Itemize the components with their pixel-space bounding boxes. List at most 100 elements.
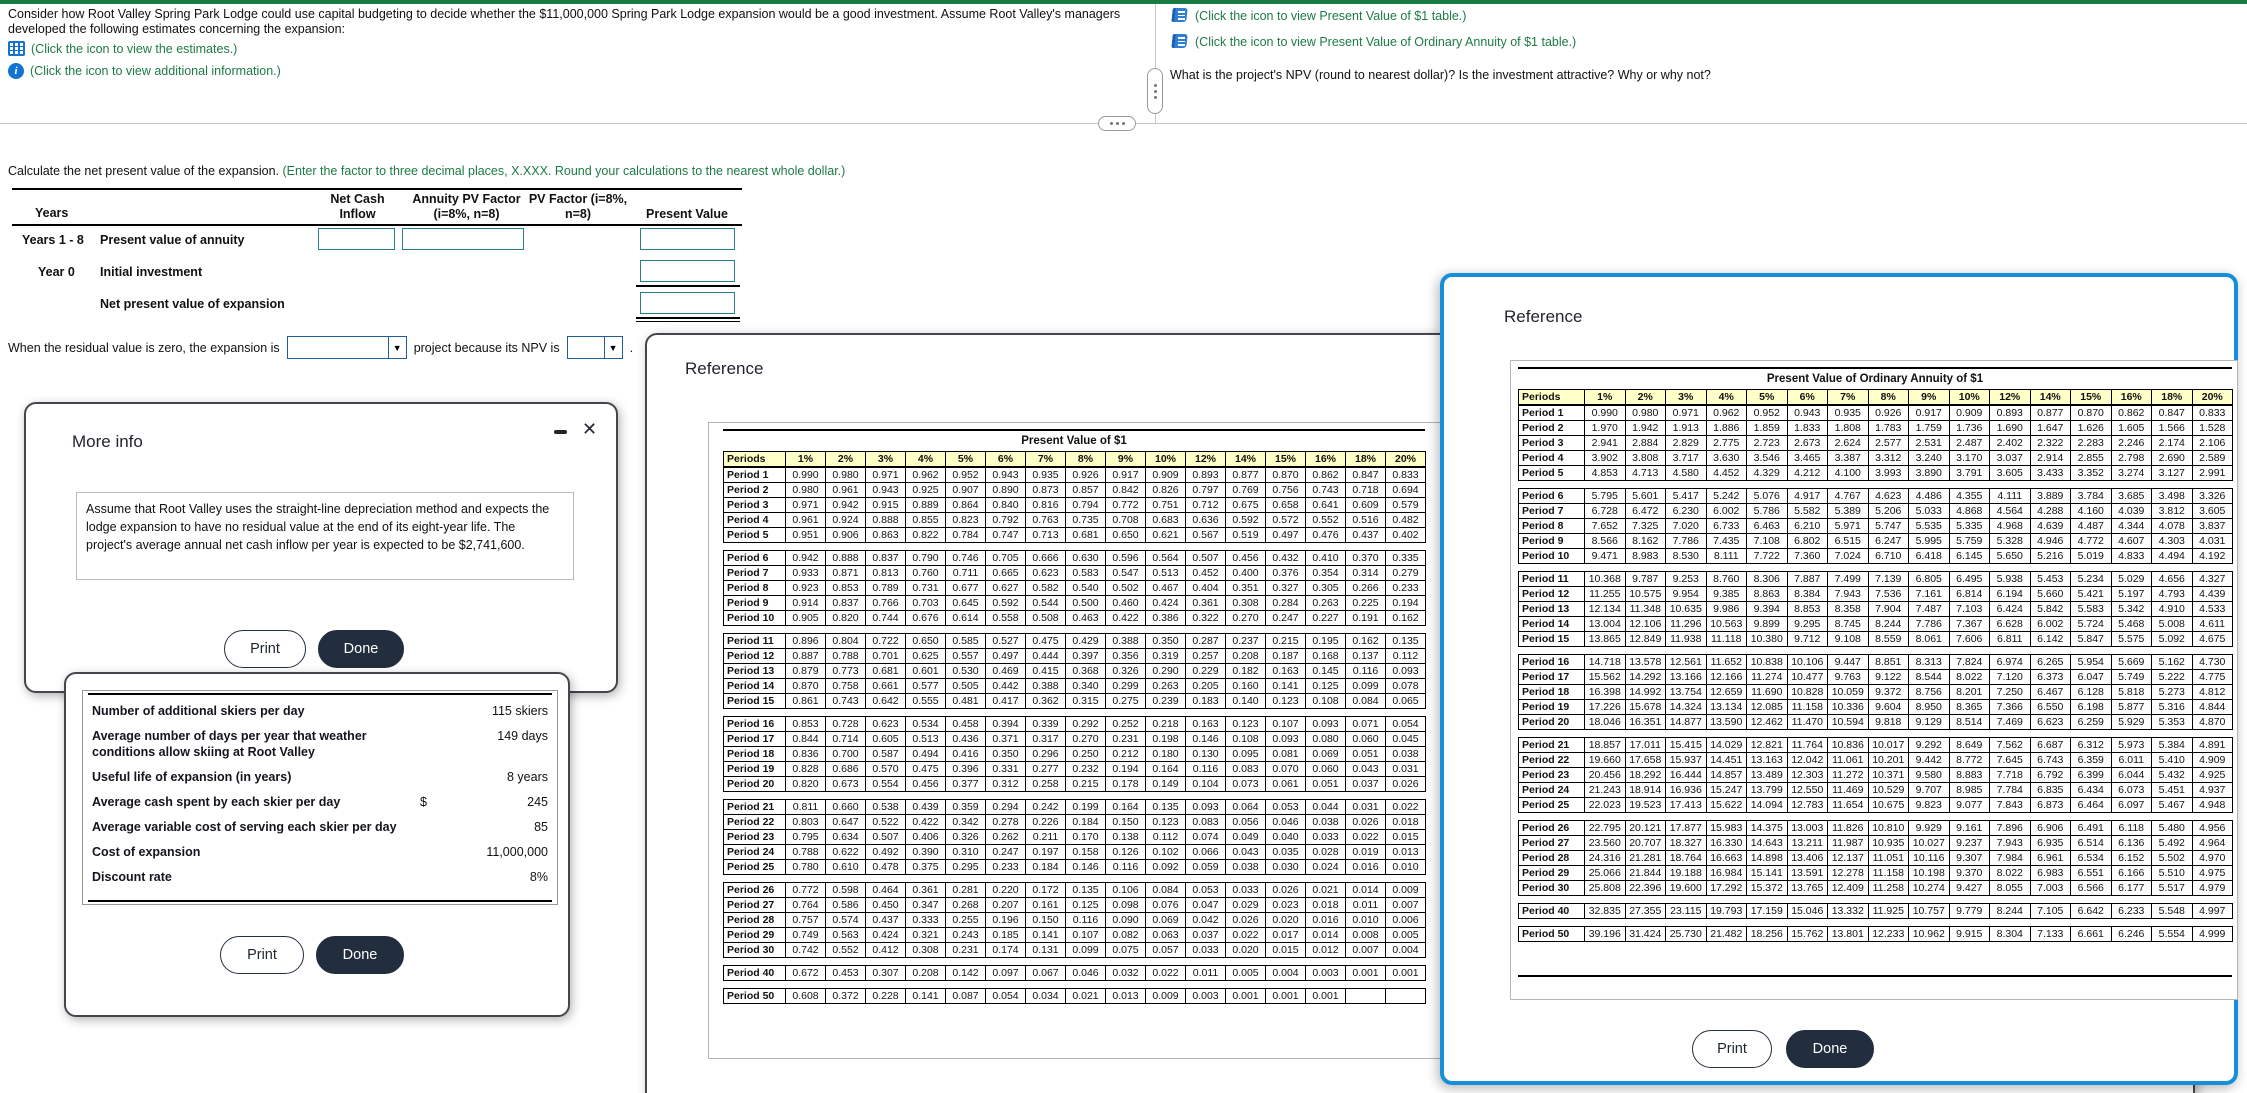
book-icon[interactable] — [1170, 8, 1189, 24]
rate-header-cell: 7% — [1827, 389, 1869, 405]
factor-value-cell: 0.861 — [785, 693, 826, 709]
period-label-cell: Period 50 — [1518, 926, 1585, 942]
factor-value-cell: 5.510 — [2151, 865, 2193, 881]
factor-value-cell: 10.828 — [1786, 684, 1828, 700]
factor-value-cell: 0.622 — [825, 844, 866, 860]
factor-value-cell: 2.673 — [1786, 435, 1828, 451]
expansion-decision-dropdown[interactable]: ▼ — [286, 336, 407, 359]
factor-value-cell: 0.390 — [905, 844, 946, 860]
factor-value-cell: 7.435 — [1705, 533, 1747, 549]
factor-value-cell: 0.788 — [825, 648, 866, 664]
factor-value-cell: 0.853 — [825, 580, 866, 596]
factor-value-cell: 3.812 — [2151, 503, 2193, 519]
minimize-icon[interactable] — [554, 430, 567, 434]
factor-value-cell: 11.826 — [1827, 820, 1869, 836]
factor-value-cell: 9.161 — [1948, 820, 1990, 836]
factor-value-cell: 3.605 — [1989, 465, 2031, 481]
period-label-cell: Period 11 — [1518, 571, 1585, 587]
npv-sign-dropdown[interactable]: ▼ — [566, 336, 623, 359]
horizontal-divider-drag-handle[interactable] — [1098, 116, 1136, 131]
info-icon[interactable]: i — [8, 63, 24, 79]
pvoa-table-link-label[interactable]: (Click the icon to view Present Value of… — [1195, 35, 1576, 49]
factor-value-cell: 14.094 — [1746, 797, 1788, 813]
factor-value-cell: 0.116 — [1105, 859, 1146, 875]
factor-value-cell: 12.134 — [1584, 601, 1626, 617]
factor-value-cell: 5.316 — [2151, 699, 2193, 715]
factor-value-cell: 10.563 — [1705, 616, 1747, 632]
factor-value-cell: 0.116 — [1185, 761, 1226, 777]
factor-value-cell: 0.450 — [865, 897, 906, 913]
additional-info-link[interactable]: i (Click the icon to view additional inf… — [8, 63, 281, 79]
factor-value-cell: 21.243 — [1584, 782, 1626, 798]
vertical-divider-drag-handle[interactable] — [1147, 68, 1163, 114]
factor-value-cell: 6.515 — [1827, 533, 1869, 549]
factor-value-cell: 7.943 — [1989, 835, 2031, 851]
factor-value-cell — [1385, 988, 1426, 1004]
factor-value-cell: 0.579 — [1385, 497, 1426, 513]
close-icon[interactable]: ✕ — [582, 420, 597, 438]
factor-value-cell: 0.683 — [1145, 512, 1186, 528]
factor-value-cell: 0.247 — [985, 844, 1026, 860]
factor-value-cell: 9.823 — [1908, 797, 1950, 813]
print-button[interactable]: Print — [1692, 1030, 1772, 1068]
done-button[interactable]: Done — [1786, 1030, 1874, 1068]
factor-value-cell: 0.923 — [785, 580, 826, 596]
factor-value-cell: 0.718 — [1345, 482, 1386, 498]
print-button[interactable]: Print — [220, 936, 304, 974]
factor-value-cell: 4.833 — [2110, 548, 2152, 564]
estimates-link-label[interactable]: (Click the icon to view the estimates.) — [31, 42, 237, 56]
factor-value-cell: 4.868 — [1948, 503, 1990, 519]
factor-value-cell: 0.412 — [865, 942, 906, 958]
factor-value-cell: 0.863 — [865, 527, 906, 543]
additional-info-link-label[interactable]: (Click the icon to view additional infor… — [30, 64, 281, 78]
factor-value-cell: 0.681 — [1065, 527, 1106, 543]
annuity-pv-factor-input[interactable] — [402, 228, 524, 250]
factor-value-cell: 4.970 — [2191, 850, 2233, 866]
factor-value-cell: 10.198 — [1908, 865, 1950, 881]
factor-value-cell: 0.001 — [1265, 988, 1306, 1004]
done-button[interactable]: Done — [318, 630, 404, 668]
factor-value-cell: 4.997 — [2191, 903, 2233, 919]
factor-value-cell: 4.288 — [2029, 503, 2071, 519]
net-present-value-input[interactable] — [640, 292, 735, 314]
book-icon[interactable] — [1170, 34, 1189, 50]
factor-value-cell: 0.326 — [945, 829, 986, 845]
factor-value-cell: 12.166 — [1705, 669, 1747, 685]
factor-value-cell: 0.410 — [1305, 550, 1346, 566]
factor-value-cell: 13.134 — [1705, 699, 1747, 715]
factor-value-cell: 18.764 — [1665, 850, 1707, 866]
pvoa-table-link[interactable]: (Click the icon to view Present Value of… — [1170, 34, 2220, 50]
factor-value-cell: 5.535 — [1908, 518, 1950, 534]
factor-value-cell: 5.747 — [1867, 518, 1909, 534]
factor-value-cell: 5.954 — [2070, 654, 2112, 670]
annuity-present-value-input[interactable] — [640, 228, 735, 250]
factor-value-cell: 1.647 — [2029, 420, 2071, 436]
factor-value-cell: 0.570 — [865, 761, 906, 777]
net-cash-inflow-input[interactable] — [318, 228, 395, 250]
rate-header-cell: 14% — [2029, 389, 2071, 405]
factor-value-cell: 0.296 — [1025, 746, 1066, 762]
factor-value-cell: 0.416 — [945, 746, 986, 762]
pv-table-link-label[interactable]: (Click the icon to view Present Value of… — [1195, 9, 1466, 23]
factor-value-cell: 0.665 — [985, 565, 1026, 581]
estimate-row: Average variable cost of serving each sk… — [92, 819, 548, 835]
factor-value-cell: 0.905 — [785, 610, 826, 626]
factor-value-cell: 0.031 — [1385, 761, 1426, 777]
initial-investment-input[interactable] — [640, 260, 735, 282]
factor-value-cell: 4.486 — [1908, 488, 1950, 504]
factor-value-cell: 14.877 — [1665, 714, 1707, 730]
rate-header-cell: 4% — [1705, 389, 1747, 405]
factor-value-cell: 0.340 — [1065, 678, 1106, 694]
done-button[interactable]: Done — [316, 936, 404, 974]
factor-value-cell: 0.645 — [945, 595, 986, 611]
factor-value-cell: 0.386 — [1145, 610, 1186, 626]
period-label-cell: Period 23 — [723, 829, 786, 845]
net-cash-inflow-header-line1: Net Cash — [330, 192, 385, 206]
factor-value-cell: 9.370 — [1948, 865, 1990, 881]
print-button[interactable]: Print — [224, 630, 306, 668]
factor-value-cell: 0.784 — [945, 527, 986, 543]
factor-value-cell: 0.033 — [1305, 829, 1346, 845]
estimates-link[interactable]: (Click the icon to view the estimates.) — [8, 41, 237, 56]
estimates-table-icon[interactable] — [8, 41, 25, 56]
pv-table-link[interactable]: (Click the icon to view Present Value of… — [1170, 8, 2220, 24]
